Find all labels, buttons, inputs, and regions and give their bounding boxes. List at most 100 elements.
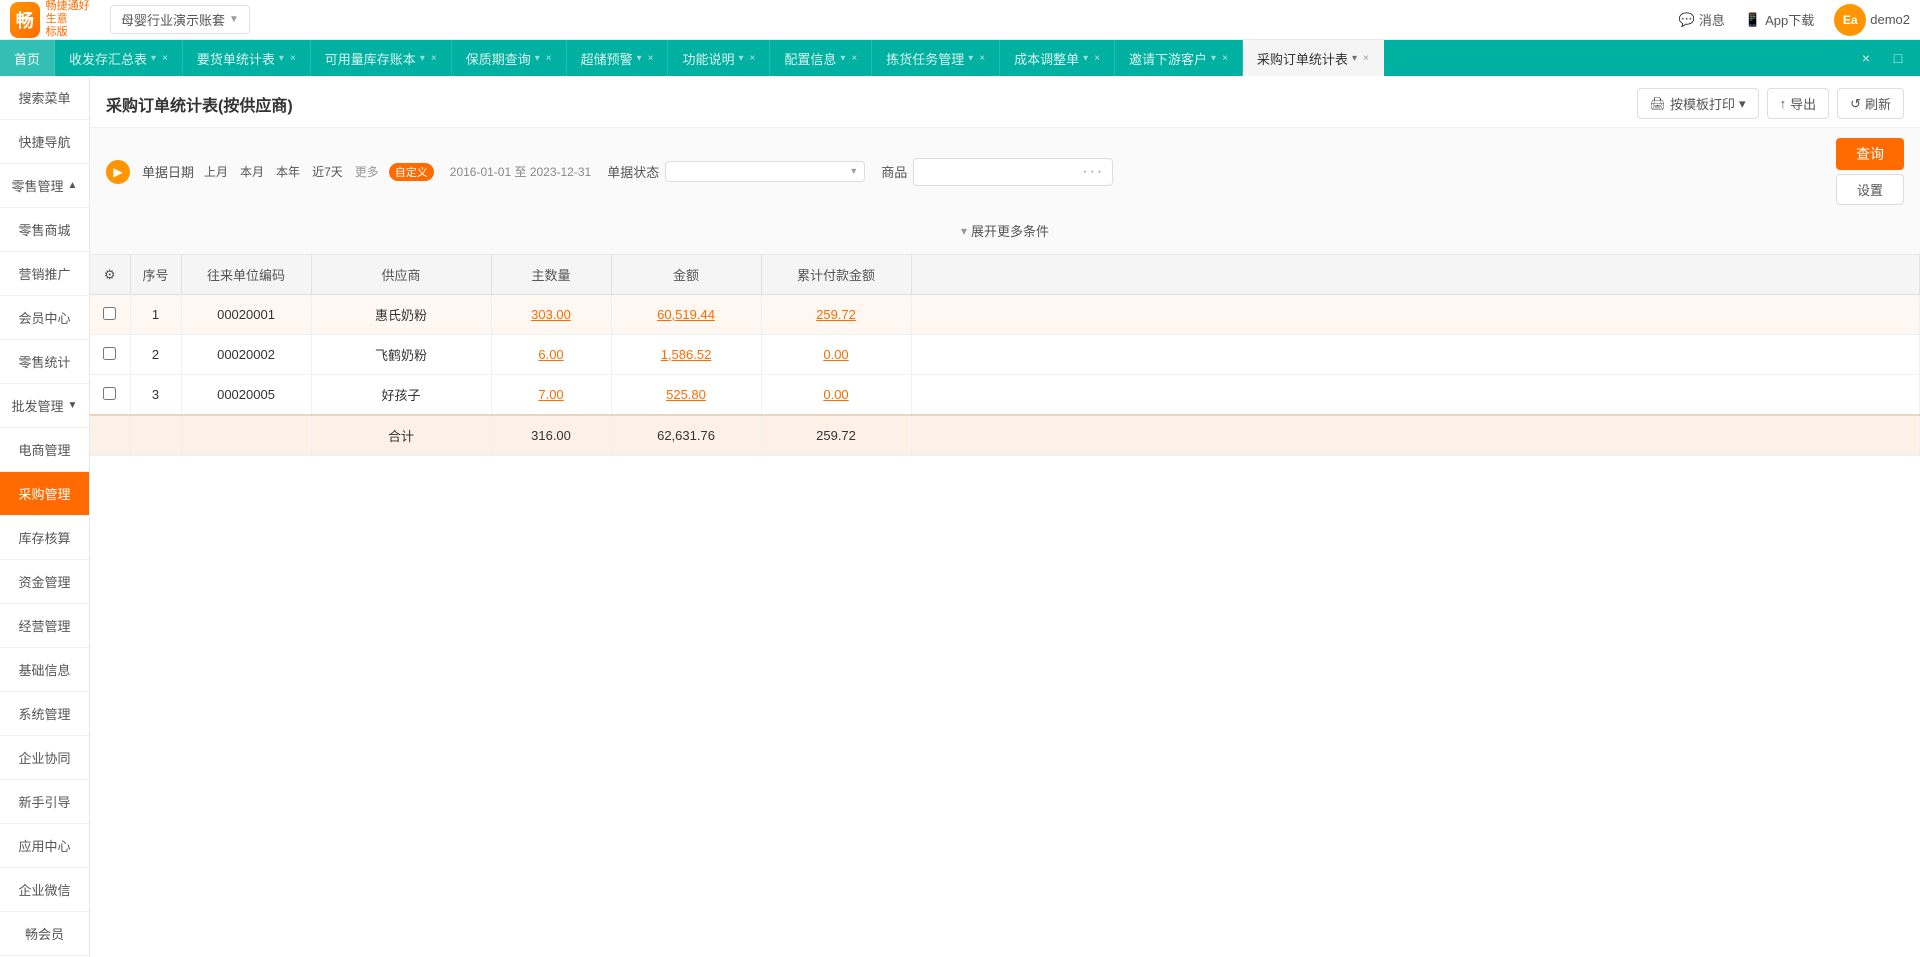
tab-close-icon[interactable]: × [648,53,654,64]
content-area: 采购订单统计表(按供应商) 🖨 按模板打印 ▾ ↑ 导出 ↺ 刷新 [90,76,1920,957]
sidebar-item-operationmgmt[interactable]: 经营管理 [0,604,89,648]
sidebar-item-batchmgmt[interactable]: 批发管理 ▼ [0,384,89,428]
filter-settings-button[interactable]: 设置 [1836,174,1904,205]
user-name: demo2 [1870,12,1910,27]
export-button[interactable]: ↑ 导出 [1767,88,1830,119]
sidebar-item-appcenter[interactable]: 应用中心 [0,824,89,868]
shortcut-last-month[interactable]: 上月 [200,161,232,182]
tab-zhihuorenwuguanli[interactable]: 拣货任务管理 ▾ × [872,40,1000,76]
tab-dropdown-icon: ▾ [637,53,642,64]
sidebar-item-fundmgmt[interactable]: 资金管理 [0,560,89,604]
avatar: Ea [1834,4,1866,36]
sidebar-item-label: 搜索菜单 [18,91,70,106]
tab-close-icon[interactable]: × [750,53,756,64]
sidebar-item-enterprisecollab[interactable]: 企业协同 [0,736,89,780]
shortcut-this-year[interactable]: 本年 [272,161,304,182]
tab-shoufahuizongbiao[interactable]: 收发存汇总表 ▾ × [55,40,183,76]
qty-link[interactable]: 7.00 [538,387,563,402]
close-tab-button[interactable]: × [1852,44,1880,72]
custom-date-badge[interactable]: 自定义 [389,163,434,181]
sidebar-item-marketingpromote[interactable]: 营销推广 [0,252,89,296]
shortcut-more[interactable]: 更多 [351,161,383,182]
shortcut-this-month[interactable]: 本月 [236,161,268,182]
tab-close-icon[interactable]: × [1222,53,1228,64]
tab-dropdown-icon: ▾ [968,53,973,64]
message-button[interactable]: 💬 消息 [1679,10,1725,29]
qty-link[interactable]: 6.00 [538,347,563,362]
tab-close-icon[interactable]: × [290,53,296,64]
print-button[interactable]: 🖨 按模板打印 ▾ [1637,88,1759,119]
print-label: 按模板打印 [1670,94,1735,113]
sidebar-item-retailmall[interactable]: 零售商城 [0,208,89,252]
amount-link[interactable]: 60,519.44 [657,307,715,322]
cell-checkbox[interactable] [90,295,130,335]
status-select[interactable]: ▾ [665,161,865,182]
tab-dropdown-icon: ▾ [1083,53,1088,64]
footer-qty: 316.00 [491,415,611,456]
cell-checkbox[interactable] [90,375,130,416]
sidebar-item-vip[interactable]: 畅会员 [0,912,89,956]
amount-link[interactable]: 1,586.52 [661,347,712,362]
tab-close-icon[interactable]: × [979,53,985,64]
paid-link[interactable]: 0.00 [823,387,848,402]
paid-link[interactable]: 259.72 [816,307,856,322]
cell-supplier: 惠氏奶粉 [311,295,491,335]
sidebar-item-purchasemgmt[interactable]: 采购管理 [0,472,89,516]
main-layout: 搜索菜单 快捷导航 零售管理 ▲ 零售商城 营销推广 会员中心 零售统计 批发管… [0,76,1920,957]
amount-link[interactable]: 525.80 [666,387,706,402]
filter-toggle-button[interactable]: ▶ [106,160,130,184]
sidebar-item-label: 畅会员 [25,927,64,942]
sidebar-item-newbieguide[interactable]: 新手引导 [0,780,89,824]
filter-date-item: 单据日期 上月 本月 本年 近7天 更多 自定义 [142,161,434,182]
sidebar-item-systemmgmt[interactable]: 系统管理 [0,692,89,736]
tab-home[interactable]: 首页 [0,40,55,76]
sidebar-item-retailstats[interactable]: 零售统计 [0,340,89,384]
tab-yaoqingxiayoukehuo[interactable]: 邀请下游客户 ▾ × [1115,40,1243,76]
tab-caigoudingtantongjibiao[interactable]: 采购订单统计表 ▾ × [1243,40,1384,76]
refresh-label: 刷新 [1865,94,1891,113]
status-filter-label: 单据状态 [607,162,659,181]
sidebar-item-enterprisewechat[interactable]: 企业微信 [0,868,89,912]
sidebar-item-label: 零售统计 [18,355,70,370]
tab-baozhanqichaxun[interactable]: 保质期查询 ▾ × [452,40,567,76]
user-menu[interactable]: Ea demo2 [1834,4,1910,36]
tab-close-icon[interactable]: × [1094,53,1100,64]
sidebar-item-retailmgmt[interactable]: 零售管理 ▲ [0,164,89,208]
expand-more-button[interactable]: ▾ 展开更多条件 [953,217,1057,244]
cell-paid: 0.00 [761,335,911,375]
sidebar-item-quicknav[interactable]: 快捷导航 [0,120,89,164]
cell-num: 1 [130,295,181,335]
sidebar-item-label: 系统管理 [18,707,70,722]
tab-chengbentiaozheng[interactable]: 成本调整单 ▾ × [1000,40,1115,76]
tab-peizhixinxi[interactable]: 配置信息 ▾ × [770,40,872,76]
app-download-button[interactable]: 📱 App下载 [1745,10,1814,29]
th-settings[interactable]: ⚙ [90,255,130,295]
tab-yaohuodantongjibiao[interactable]: 要货单统计表 ▾ × [183,40,311,76]
restore-tab-button[interactable]: □ [1884,44,1912,72]
query-button[interactable]: 查询 [1836,138,1904,170]
sidebar-item-search[interactable]: 搜索菜单 [0,76,89,120]
footer-checkbox-cell [90,415,130,456]
goods-input[interactable]: ··· [913,158,1113,186]
workspace-selector[interactable]: 母婴行业演示账套 ▼ [110,5,250,34]
sidebar-item-membercenter[interactable]: 会员中心 [0,296,89,340]
tab-chaochuyujing[interactable]: 超储预警 ▾ × [567,40,669,76]
shortcut-last-7days[interactable]: 近7天 [308,161,347,182]
tab-close-icon[interactable]: × [851,53,857,64]
sidebar-item-ecommercemgmt[interactable]: 电商管理 [0,428,89,472]
cell-supplier: 飞鹤奶粉 [311,335,491,375]
refresh-button[interactable]: ↺ 刷新 [1837,88,1904,119]
tab-close-icon[interactable]: × [1363,53,1369,64]
tab-gongnengshuo[interactable]: 功能说明 ▾ × [668,40,770,76]
th-amount: 金额 [611,255,761,295]
sidebar-item-inventorycheck[interactable]: 库存核算 [0,516,89,560]
paid-link[interactable]: 0.00 [823,347,848,362]
sidebar-item-basicinfo[interactable]: 基础信息 [0,648,89,692]
tab-close-icon[interactable]: × [431,53,437,64]
tab-close-icon[interactable]: × [162,53,168,64]
tab-keyongliangkucunzhangben[interactable]: 可用量库存账本 ▾ × [311,40,452,76]
tab-close-icon[interactable]: × [546,53,552,64]
qty-link[interactable]: 303.00 [531,307,571,322]
cell-checkbox[interactable] [90,335,130,375]
cell-amount: 1,586.52 [611,335,761,375]
